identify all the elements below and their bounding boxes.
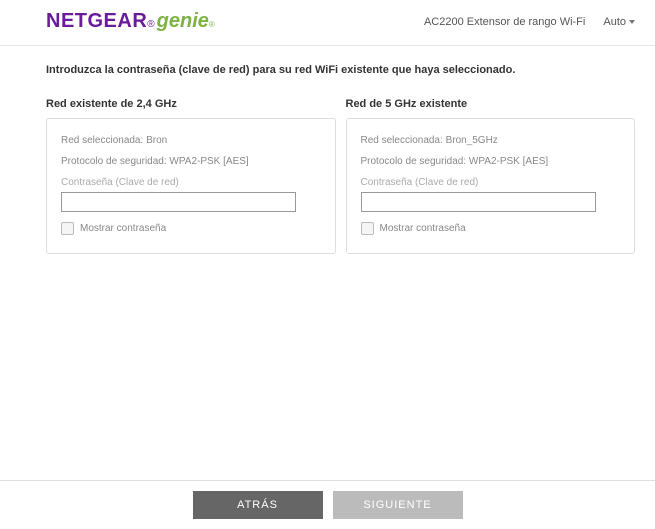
show-password-checkbox-24[interactable] [61,222,74,235]
main-content: Introduzca la contraseña (clave de red) … [0,46,655,254]
password-input-24[interactable] [61,192,296,212]
header: NETGEAR® genie® AC2200 Extensor de rango… [0,0,655,46]
show-password-label-5: Mostrar contraseña [380,223,466,234]
security-value-24: WPA2-PSK [AES] [169,156,248,167]
next-button[interactable]: SIGUIENTE [333,491,463,519]
selected-value-5: Bron_5GHz [446,135,498,146]
selected-value-24: Bron [146,135,167,146]
footer: ATRÁS SIGUIENTE [0,480,655,529]
instruction-text: Introduzca la contraseña (clave de red) … [46,64,635,76]
selected-network-24: Red seleccionada: Bron [61,135,321,146]
security-5: Protocolo de seguridad: WPA2-PSK [AES] [361,156,621,167]
chevron-down-icon [629,20,635,24]
panel-24ghz-col: Red existente de 2,4 GHz Red seleccionad… [46,98,336,254]
security-value-5: WPA2-PSK [AES] [469,156,548,167]
password-input-5[interactable] [361,192,596,212]
selected-network-5: Red seleccionada: Bron_5GHz [361,135,621,146]
panel-24ghz: Red seleccionada: Bron Protocolo de segu… [46,118,336,254]
show-password-row-5[interactable]: Mostrar contraseña [361,222,621,235]
show-password-checkbox-5[interactable] [361,222,374,235]
password-label-5: Contraseña (Clave de red) [361,177,621,188]
language-label: Auto [603,16,626,28]
panel-5ghz-col: Red de 5 GHz existente Red seleccionada:… [346,98,636,254]
security-label-24: Protocolo de seguridad: [61,156,167,167]
panel-5ghz-title: Red de 5 GHz existente [346,98,636,110]
model-label: AC2200 Extensor de rango Wi-Fi [424,16,585,28]
show-password-row-24[interactable]: Mostrar contraseña [61,222,321,235]
logo-brand: NETGEAR [46,10,147,33]
security-label-5: Protocolo de seguridad: [361,156,467,167]
logo-sub: genie [157,10,209,33]
language-select[interactable]: Auto [603,16,635,28]
header-right: AC2200 Extensor de rango Wi-Fi Auto [424,16,635,28]
logo-sub-reg-icon: ® [209,20,215,29]
selected-label-5: Red seleccionada: [361,135,443,146]
password-label-24: Contraseña (Clave de red) [61,177,321,188]
show-password-label-24: Mostrar contraseña [80,223,166,234]
panel-24ghz-title: Red existente de 2,4 GHz [46,98,336,110]
back-button[interactable]: ATRÁS [193,491,323,519]
security-24: Protocolo de seguridad: WPA2-PSK [AES] [61,156,321,167]
selected-label-24: Red seleccionada: [61,135,143,146]
logo-reg-icon: ® [147,19,154,30]
panels-row: Red existente de 2,4 GHz Red seleccionad… [46,98,635,254]
logo: NETGEAR® genie® [46,10,215,33]
panel-5ghz: Red seleccionada: Bron_5GHz Protocolo de… [346,118,636,254]
